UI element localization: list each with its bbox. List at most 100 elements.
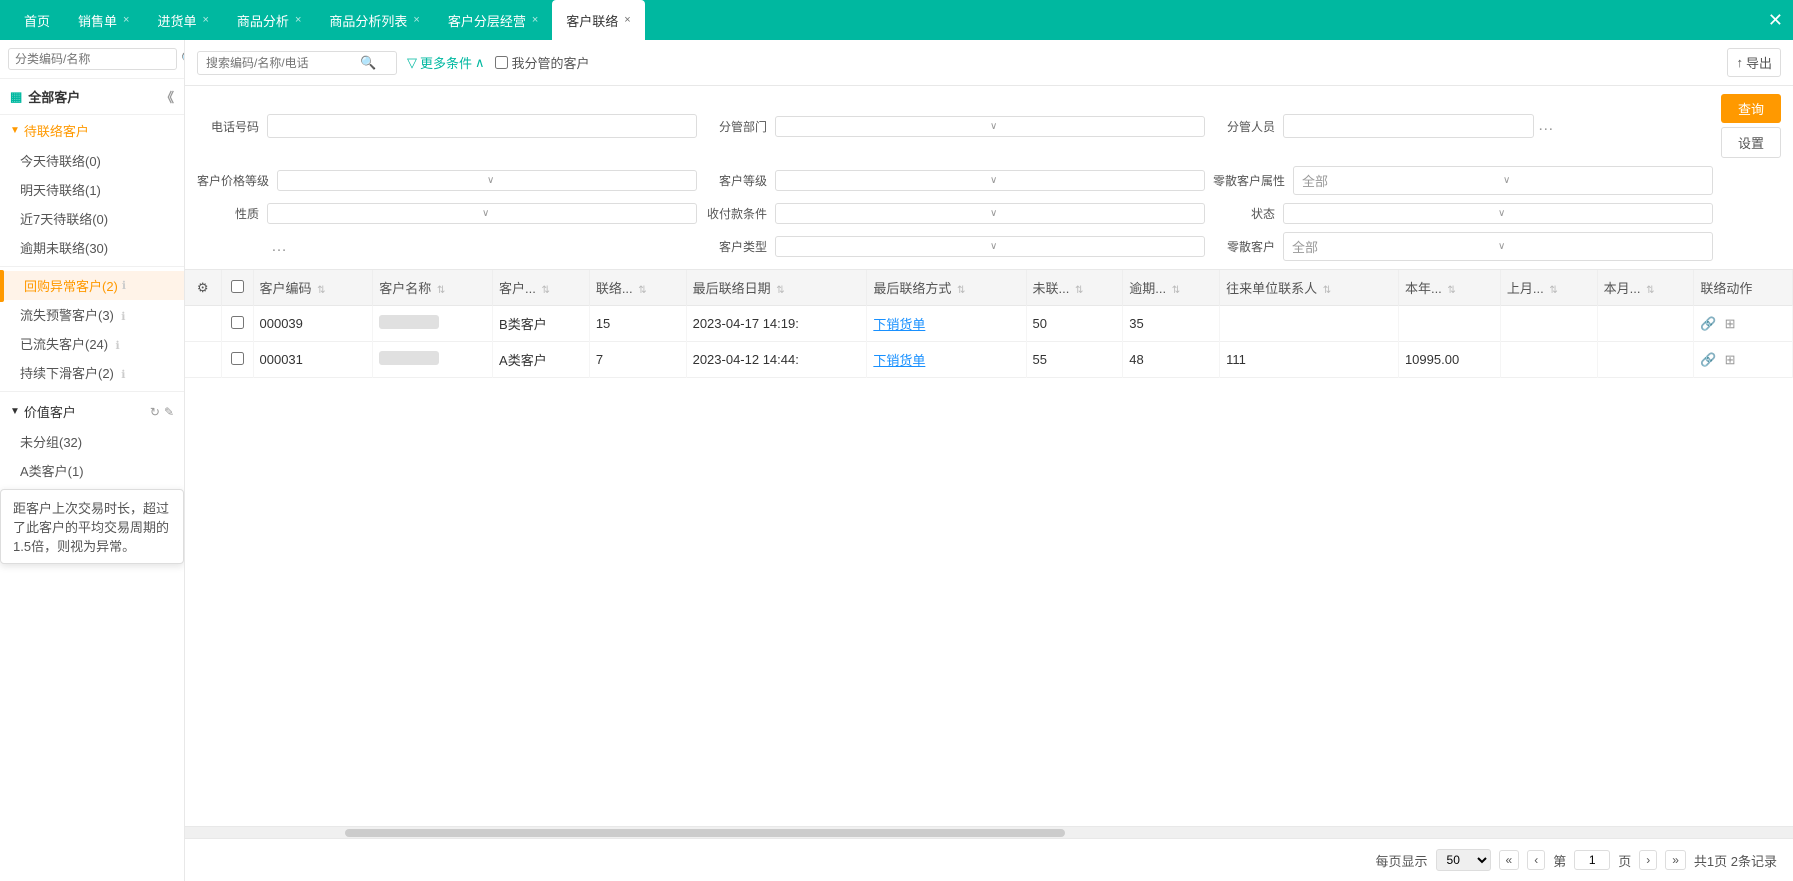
value-group-label: 价值客户 <box>24 402 76 421</box>
sidebar-item-loss-warning[interactable]: 流失预警客户(3) ℹ <box>0 300 184 329</box>
td-code-2: 000031 <box>253 342 373 378</box>
td-last-way-2-link[interactable]: 下销货单 <box>873 353 925 368</box>
th-code: 客户编码 ⇅ <box>253 270 373 306</box>
tab-purchase-label: 进货单 <box>157 11 196 30</box>
filter-bar-right: ↑ 导出 <box>1727 48 1781 77</box>
sort-icon-last-month[interactable]: ⇅ <box>1549 285 1557 296</box>
horizontal-scrollbar[interactable] <box>185 826 1793 838</box>
last-page-button[interactable]: » <box>1665 850 1686 870</box>
sidebar-item-a-class[interactable]: A类客户(1) <box>0 456 184 485</box>
filter-dots-field: … <box>197 238 697 256</box>
sort-icon-name[interactable]: ⇅ <box>437 285 445 296</box>
filter-retail-attr-select[interactable]: 全部 ∨ <box>1293 166 1713 195</box>
filter-dept-select[interactable]: ∨ <box>775 116 1205 137</box>
select-all-checkbox[interactable] <box>231 280 244 293</box>
sidebar-item-ungrouped[interactable]: 未分组(32) <box>0 427 184 456</box>
sidebar-item-anomaly[interactable]: 回购异常客户(2) ℹ <box>0 271 184 300</box>
info-icon-anomaly: ℹ <box>122 279 126 292</box>
my-customers-filter: 我分管的客户 <box>495 53 590 72</box>
tab-analysis-list-close[interactable]: × <box>413 14 419 26</box>
page-input[interactable] <box>1574 850 1610 870</box>
filter-customer-grade-select[interactable]: ∨ <box>775 170 1205 191</box>
export-button[interactable]: ↑ 导出 <box>1727 48 1781 77</box>
tab-customer-segment-close[interactable]: × <box>532 14 538 26</box>
filter-row-2: 客户价格等级 ∨ 客户等级 ∨ 零散客户属性 全部 <box>197 166 1781 195</box>
filter-status-label: 状态 <box>1213 205 1283 222</box>
sidebar-item-tomorrow[interactable]: 明天待联络(1) <box>0 175 184 204</box>
all-customers-header: ▦ 全部客户 《 <box>0 79 184 115</box>
my-customers-checkbox[interactable] <box>495 56 508 69</box>
th-setting[interactable]: ⚙ <box>185 270 221 306</box>
sidebar-item-lost[interactable]: 已流失客户(24) ℹ <box>0 329 184 358</box>
td-last-way-1-link[interactable]: 下销货单 <box>873 317 925 332</box>
sort-icon-overdue[interactable]: ⇅ <box>1172 285 1180 296</box>
filter-type-select[interactable]: ∨ <box>775 236 1205 257</box>
sort-icon-unit[interactable]: ⇅ <box>1323 285 1331 296</box>
next-page-button[interactable]: › <box>1639 850 1657 870</box>
action-link-icon-1[interactable]: 🔗 <box>1700 316 1716 332</box>
close-all-button[interactable]: ✕ <box>1768 10 1783 31</box>
sidebar-item-declining[interactable]: 持续下滑客户(2) ℹ <box>0 358 184 387</box>
tab-analysis[interactable]: 商品分析 × <box>223 0 315 40</box>
first-page-button[interactable]: « <box>1499 850 1520 870</box>
tab-sales-label: 销售单 <box>78 11 117 30</box>
scrollbar-thumb[interactable] <box>345 829 1065 837</box>
filter-phone-input[interactable] <box>267 114 697 138</box>
filter-row-4: … 客户类型 ∨ 零散客户 全部 ∨ <box>197 232 1781 261</box>
sort-icon-year[interactable]: ⇅ <box>1447 285 1455 296</box>
filter-manager-more[interactable]: … <box>1534 117 1558 135</box>
sidebar-collapse-button[interactable]: 《 <box>161 87 174 106</box>
main-search-icon[interactable]: 🔍 <box>360 55 376 71</box>
sidebar-search-input[interactable] <box>8 48 177 70</box>
td-uncontacted-2: 55 <box>1026 342 1123 378</box>
filter-row4-more[interactable]: … <box>267 238 291 256</box>
per-page-select[interactable]: 50 20 100 <box>1436 849 1491 871</box>
tab-customer-contact[interactable]: 客户联络 × <box>552 0 644 40</box>
sort-icon-contact[interactable]: ⇅ <box>638 285 646 296</box>
sort-icon-code[interactable]: ⇅ <box>317 285 325 296</box>
query-button[interactable]: 查询 <box>1721 94 1781 123</box>
prev-page-button[interactable]: ‹ <box>1527 850 1545 870</box>
settings-button[interactable]: 设置 <box>1721 127 1781 158</box>
more-conditions-button[interactable]: ▽ 更多条件 ∧ <box>407 53 485 72</box>
refresh-icon[interactable]: ↻ <box>150 405 160 419</box>
sort-icon-uncontacted[interactable]: ⇅ <box>1075 285 1083 296</box>
action-grid-icon-2[interactable]: ⊞ <box>1725 352 1736 368</box>
customer-table: ⚙ 客户编码 ⇅ 客户名称 ⇅ 客户... <box>185 270 1793 378</box>
td-last-month-2 <box>1500 342 1597 378</box>
main-search-input[interactable] <box>206 56 356 70</box>
filter-status-select[interactable]: ∨ <box>1283 203 1713 224</box>
tab-sales[interactable]: 销售单 × <box>64 0 143 40</box>
action-icons-2: 🔗 ⊞ <box>1700 352 1786 368</box>
filter-manager-input[interactable] <box>1283 114 1534 138</box>
tab-customer-segment[interactable]: 客户分层经营 × <box>434 0 552 40</box>
sidebar-item-overdue[interactable]: 逾期未联络(30) <box>0 233 184 262</box>
action-grid-icon-1[interactable]: ⊞ <box>1725 316 1736 332</box>
edit-icon[interactable]: ✎ <box>164 405 174 419</box>
sidebar-item-today[interactable]: 今天待联络(0) <box>0 146 184 175</box>
sort-icon-category[interactable]: ⇅ <box>542 285 550 296</box>
filter-nature-select[interactable]: ∨ <box>267 203 697 224</box>
sidebar-item-7days[interactable]: 近7天待联络(0) <box>0 204 184 233</box>
filter-payment-select[interactable]: ∨ <box>775 203 1205 224</box>
pending-group-header[interactable]: ▼ 待联络客户 <box>0 115 184 146</box>
sort-icon-way[interactable]: ⇅ <box>957 285 965 296</box>
row-2-checkbox[interactable] <box>231 352 244 365</box>
tab-analysis-close[interactable]: × <box>295 14 301 26</box>
sort-icon-date[interactable]: ⇅ <box>776 285 784 296</box>
sort-icon-this-month[interactable]: ⇅ <box>1646 285 1654 296</box>
filter-price-grade-select[interactable]: ∨ <box>277 170 697 191</box>
filter-retail-select[interactable]: 全部 ∨ <box>1283 232 1713 261</box>
value-group-header[interactable]: ▼ 价值客户 ↻ ✎ <box>0 396 184 427</box>
action-link-icon-2[interactable]: 🔗 <box>1700 352 1716 368</box>
row-1-checkbox[interactable] <box>231 316 244 329</box>
top-navigation: 首页 销售单 × 进货单 × 商品分析 × 商品分析列表 × 客户分层经营 × … <box>0 0 1793 40</box>
th-category: 客户... ⇅ <box>493 270 590 306</box>
tab-purchase[interactable]: 进货单 × <box>143 0 222 40</box>
filter-retail-attr-field: 零散客户属性 全部 ∨ <box>1213 166 1713 195</box>
tab-analysis-list[interactable]: 商品分析列表 × <box>315 0 433 40</box>
tab-purchase-close[interactable]: × <box>202 14 208 26</box>
tab-customer-contact-close[interactable]: × <box>624 14 630 26</box>
tab-home[interactable]: 首页 <box>10 0 64 40</box>
tab-sales-close[interactable]: × <box>123 14 129 26</box>
